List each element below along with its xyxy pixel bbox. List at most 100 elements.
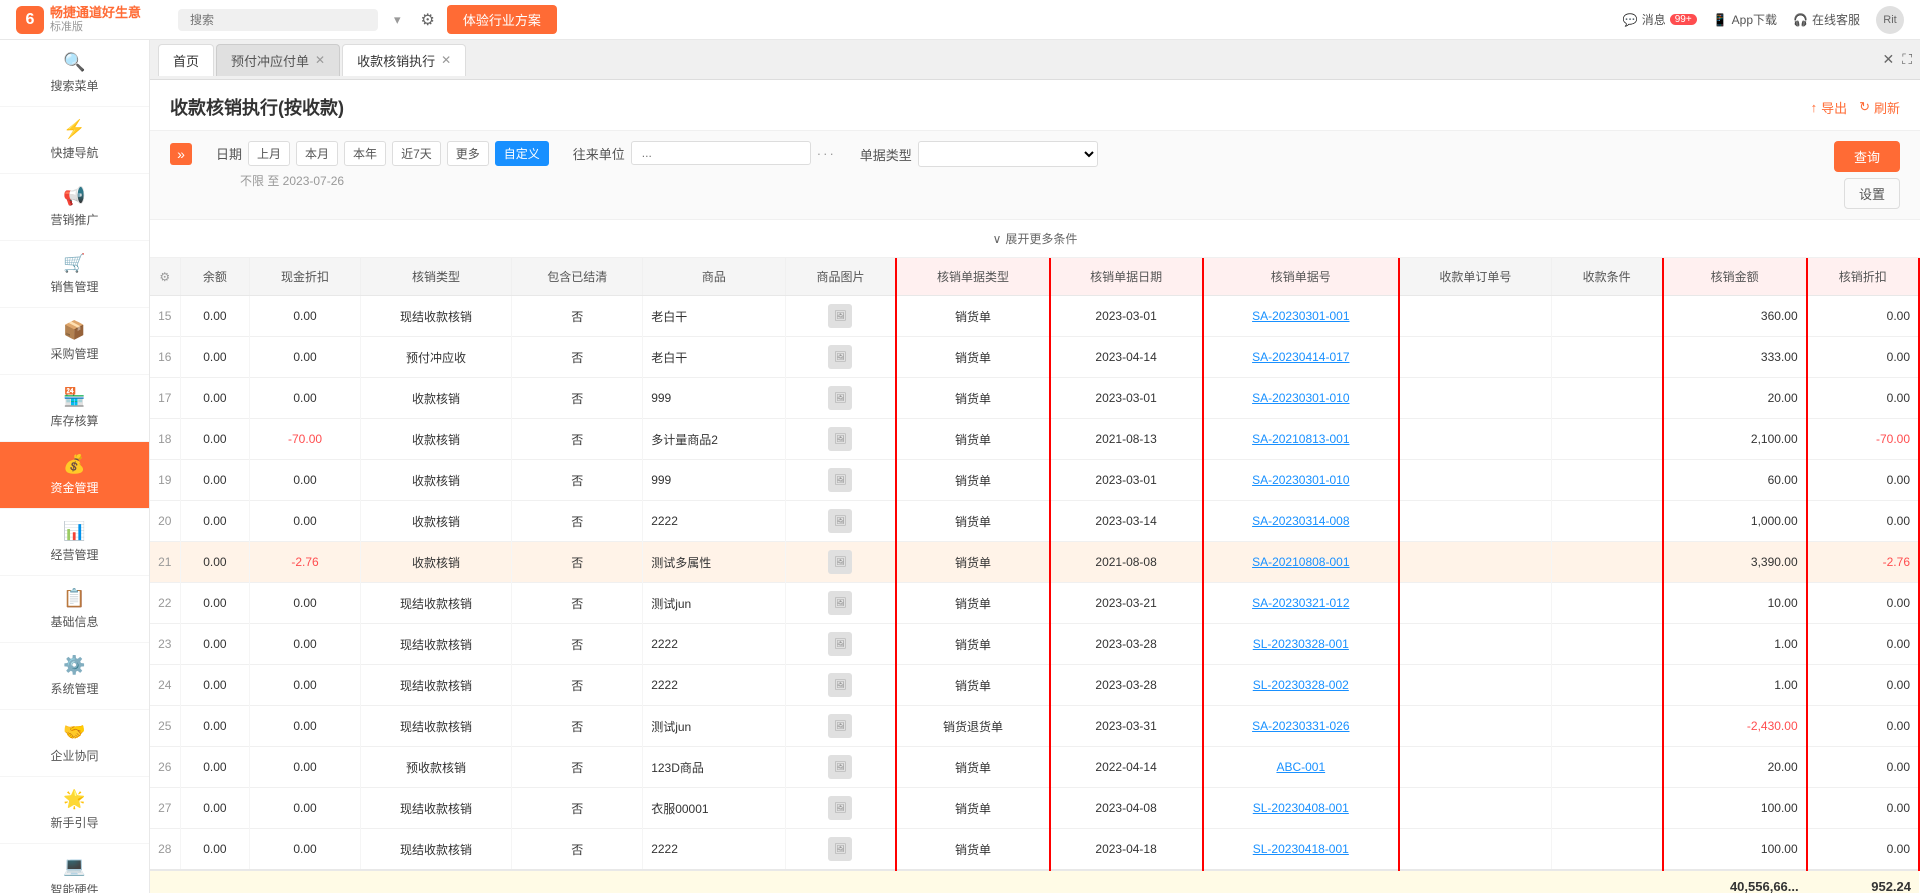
date-btn-this-year[interactable]: 本年 <box>344 141 386 166</box>
type-cell: 收款核销 <box>360 501 511 542</box>
col-discount-header: 核销折扣 <box>1807 258 1919 296</box>
tab-receipts[interactable]: 收款核销执行 ✕ <box>342 44 466 76</box>
sidebar-label-search: 搜索菜单 <box>50 77 98 94</box>
dropdown-arrow-icon[interactable]: ▾ <box>394 12 401 28</box>
bill-no-cell[interactable]: SL-20230408-001 <box>1203 788 1399 829</box>
sidebar-item-search[interactable]: 🔍 搜索菜单 <box>0 40 149 107</box>
bill-no-cell[interactable]: SA-20230414-017 <box>1203 337 1399 378</box>
amount-cell: 100.00 <box>1663 788 1807 829</box>
sidebar-item-nav[interactable]: ⚡ 快捷导航 <box>0 107 149 174</box>
message-btn[interactable]: 💬 消息 99+ <box>1623 11 1697 28</box>
row-id: 18 <box>150 419 180 460</box>
cash-discount-cell: -2.76 <box>250 542 361 583</box>
bill-no-cell[interactable]: ABC-001 <box>1203 747 1399 788</box>
bill-no-cell[interactable]: SA-20230314-008 <box>1203 501 1399 542</box>
order-no-cell <box>1399 747 1551 788</box>
bill-type-cell: 销货单 <box>896 378 1049 419</box>
top-right-area: 💬 消息 99+ 📱 App下载 🎧 在线客服 Rit <box>1623 6 1904 34</box>
discount-cell: 0.00 <box>1807 706 1919 747</box>
discount-cell: 0.00 <box>1807 583 1919 624</box>
bill-no-cell[interactable]: SL-20230328-002 <box>1203 665 1399 706</box>
bill-no-cell[interactable]: SA-20210808-001 <box>1203 542 1399 583</box>
bill-no-cell[interactable]: SA-20230301-001 <box>1203 296 1399 337</box>
balance-cell: 0.00 <box>180 583 250 624</box>
sidebar-item-collab[interactable]: 🤝 企业协同 <box>0 710 149 777</box>
sidebar-item-marketing[interactable]: 📢 营销推广 <box>0 174 149 241</box>
col-settings-header[interactable]: ⚙ <box>150 258 180 296</box>
date-btn-7days[interactable]: 近7天 <box>392 141 441 166</box>
amount-cell: 333.00 <box>1663 337 1807 378</box>
user-avatar[interactable]: Rit <box>1876 6 1904 34</box>
payment-terms-cell <box>1551 747 1662 788</box>
bill-type-select[interactable] <box>918 141 1098 167</box>
sidebar-item-purchase[interactable]: 📦 采购管理 <box>0 308 149 375</box>
date-btn-last-month[interactable]: 上月 <box>248 141 290 166</box>
export-btn[interactable]: ↑ 导出 <box>1811 98 1848 117</box>
settled-cell: 否 <box>512 747 643 788</box>
query-btn[interactable]: 查询 <box>1834 141 1900 172</box>
discount-cell: 0.00 <box>1807 460 1919 501</box>
online-service-btn[interactable]: 🎧 在线客服 <box>1793 11 1860 28</box>
settings-btn[interactable]: 设置 <box>1844 178 1900 209</box>
sidebar-item-system[interactable]: ⚙️ 系统管理 <box>0 643 149 710</box>
bill-no-cell[interactable]: SL-20230328-001 <box>1203 624 1399 665</box>
sidebar-item-sales[interactable]: 🛒 销售管理 <box>0 241 149 308</box>
bill-no-cell[interactable]: SA-20230301-010 <box>1203 378 1399 419</box>
sidebar-item-hardware[interactable]: 💻 智能硬件 <box>0 844 149 893</box>
tab-receipts-close[interactable]: ✕ <box>441 53 451 67</box>
product-cell: 999 <box>643 378 785 419</box>
gear-icon[interactable]: ⚙ <box>421 10 435 30</box>
tab-prepay-close[interactable]: ✕ <box>315 53 325 67</box>
counterparty-filter: 往来单位 ··· <box>573 141 836 165</box>
bill-no-cell[interactable]: SA-20210813-001 <box>1203 419 1399 460</box>
sidebar-label-nav: 快捷导航 <box>50 144 98 161</box>
expand-conditions-row: ∨ 展开更多条件 <box>150 220 1920 258</box>
top-search-input[interactable] <box>178 9 378 31</box>
app-download-btn[interactable]: 📱 App下载 <box>1713 11 1777 28</box>
sidebar-label-finance: 资金管理 <box>50 479 98 496</box>
table-row: 25 0.00 0.00 现结收款核销 否 测试jun 🖼 销货退货单 2023… <box>150 706 1919 747</box>
payment-terms-cell <box>1551 665 1662 706</box>
bill-no-cell[interactable]: SA-20230301-010 <box>1203 460 1399 501</box>
order-no-cell <box>1399 706 1551 747</box>
payment-terms-cell <box>1551 337 1662 378</box>
date-btn-more[interactable]: 更多 <box>447 141 489 166</box>
tab-close-all-btn[interactable]: ✕ <box>1882 51 1894 68</box>
bill-no-cell[interactable]: SL-20230418-001 <box>1203 829 1399 871</box>
settled-cell: 否 <box>512 706 643 747</box>
col-bill-date-header: 核销单据日期 <box>1050 258 1203 296</box>
amount-cell: 2,100.00 <box>1663 419 1807 460</box>
table-row: 28 0.00 0.00 现结收款核销 否 2222 🖼 销货单 2023-04… <box>150 829 1919 871</box>
sidebar-item-guide[interactable]: 🌟 新手引导 <box>0 777 149 844</box>
col-cash-discount-header: 现金折扣 <box>250 258 361 296</box>
bill-type-cell: 销货单 <box>896 829 1049 871</box>
bill-no-cell[interactable]: SA-20230331-026 <box>1203 706 1399 747</box>
date-btn-this-month[interactable]: 本月 <box>296 141 338 166</box>
bill-no-cell[interactable]: SA-20230321-012 <box>1203 583 1399 624</box>
product-cell: 老白干 <box>643 296 785 337</box>
tab-fullscreen-btn[interactable]: ⛶ <box>1902 51 1912 68</box>
tab-home[interactable]: 首页 <box>158 44 214 76</box>
industry-btn[interactable]: 体验行业方案 <box>447 5 557 34</box>
date-btn-custom[interactable]: 自定义 <box>495 141 549 166</box>
tab-prepay[interactable]: 预付冲应付单 ✕ <box>216 44 340 76</box>
sidebar-item-basic[interactable]: 📋 基础信息 <box>0 576 149 643</box>
product-image-cell: 🖼 <box>785 501 896 542</box>
bill-date-cell: 2023-03-28 <box>1050 624 1203 665</box>
table-row: 22 0.00 0.00 现结收款核销 否 测试jun 🖼 销货单 2023-0… <box>150 583 1919 624</box>
sidebar-item-inventory[interactable]: 🏪 库存核算 <box>0 375 149 442</box>
tab-home-label: 首页 <box>173 51 199 70</box>
product-image-cell: 🖼 <box>785 665 896 706</box>
sidebar-item-operations[interactable]: 📊 经营管理 <box>0 509 149 576</box>
cash-discount-cell: 0.00 <box>250 829 361 871</box>
balance-cell: 0.00 <box>180 419 250 460</box>
expand-conditions-btn[interactable]: ∨ 展开更多条件 <box>993 226 1078 251</box>
product-cell: 测试多属性 <box>643 542 785 583</box>
purchase-icon: 📦 <box>63 320 85 341</box>
sidebar-item-finance[interactable]: 💰 资金管理 <box>0 442 149 509</box>
cash-discount-cell: 0.00 <box>250 337 361 378</box>
filter-expand-arrow[interactable]: » <box>170 143 192 165</box>
refresh-btn[interactable]: ↻ 刷新 <box>1859 98 1900 117</box>
counterparty-input[interactable] <box>631 141 811 165</box>
product-image-cell: 🖼 <box>785 624 896 665</box>
